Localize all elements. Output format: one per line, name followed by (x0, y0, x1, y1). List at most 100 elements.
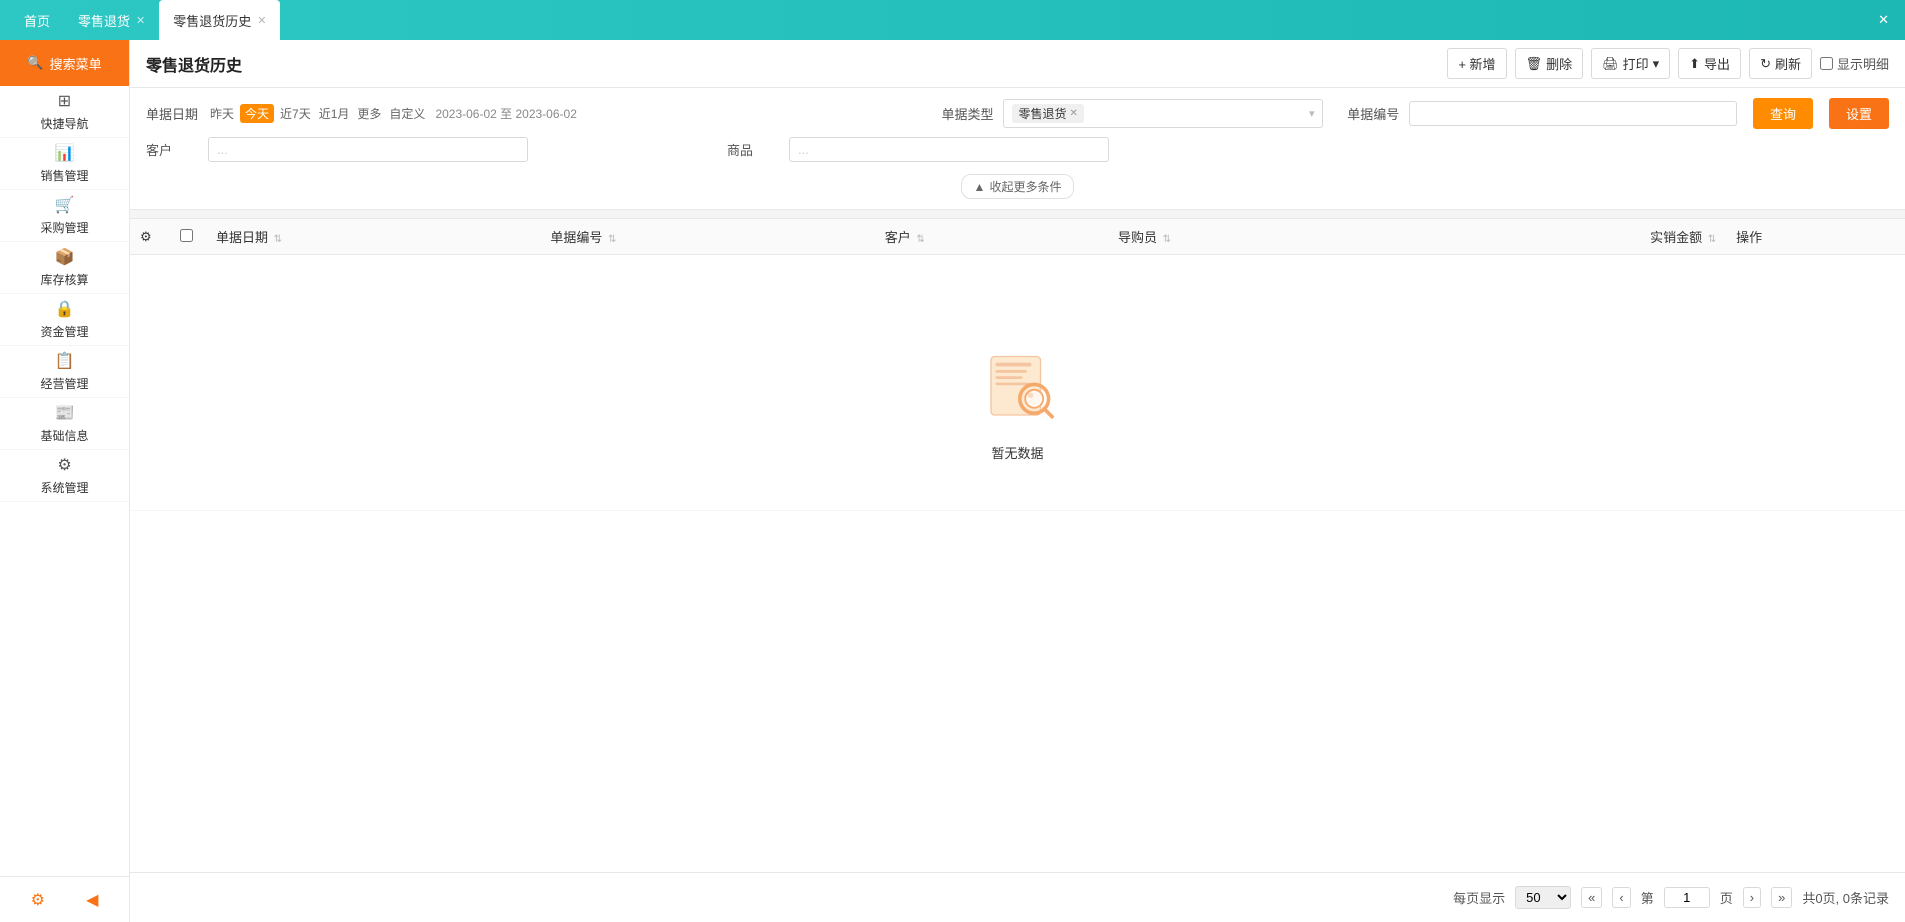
header-actions: + 新增 🗑 删除 🖨 打印 ▾ ⬆ 导出 ↻ 刷新 (1447, 48, 1889, 79)
th-guide-sort-icon[interactable]: ⇅ (1163, 234, 1171, 245)
sidebar-item-inventory[interactable]: 📦 库存核算 (0, 242, 129, 294)
date-custom[interactable]: 自定义 (387, 105, 427, 122)
top-tabs: 首页 零售退货 ✕ 零售退货历史 ✕ (10, 0, 1878, 40)
sidebar-item-system[interactable]: ⚙ 系统管理 (0, 450, 129, 502)
th-voucher-sort-icon[interactable]: ⇅ (608, 234, 616, 245)
th-amount-sort-icon[interactable]: ⇅ (1708, 234, 1716, 245)
export-button[interactable]: ⬆ 导出 (1678, 48, 1741, 79)
print-button[interactable]: 🖨 打印 ▾ (1591, 48, 1670, 79)
customer-placeholder: ... (217, 142, 228, 157)
sidebar-item-operations-label: 经营管理 (40, 375, 88, 392)
query-button[interactable]: 查询 (1753, 98, 1813, 129)
export-button-label: 导出 (1704, 54, 1730, 73)
system-icon: ⚙ (57, 455, 71, 475)
sidebar-search[interactable]: 🔍 搜索菜单 (0, 40, 129, 86)
collapse-button[interactable]: ▲ 收起更多条件 (961, 174, 1075, 199)
filter-customer: 客户 ... (146, 137, 711, 162)
filter-customer-select[interactable]: ... (208, 137, 528, 162)
refresh-icon: ↻ (1760, 56, 1771, 72)
tab-retail-return-label: 零售退货 (78, 11, 130, 30)
select-all-checkbox[interactable] (180, 229, 193, 242)
setting-button[interactable]: 设置 (1829, 98, 1889, 129)
th-voucher-no-label: 单据编号 (550, 230, 602, 245)
prev-page-button[interactable]: ‹ (1612, 887, 1630, 908)
sidebar-item-system-label: 系统管理 (40, 479, 88, 496)
filter-goods: 商品 ... (727, 137, 1292, 162)
next-page-button[interactable]: › (1743, 887, 1761, 908)
export-icon: ⬆ (1689, 56, 1700, 72)
first-page-button[interactable]: « (1581, 887, 1602, 908)
sidebar-search-label: 搜索菜单 (50, 54, 102, 73)
th-date-sort-icon[interactable]: ⇅ (274, 234, 282, 245)
collapse-sidebar-icon[interactable]: ◀ (86, 890, 98, 910)
sidebar-item-quick-nav[interactable]: ⊞ 快捷导航 (0, 86, 129, 138)
basic-info-icon: 📰 (55, 403, 75, 423)
search-icon: 🔍 (27, 55, 43, 71)
tab-retail-return-close[interactable]: ✕ (136, 14, 145, 27)
filter-type-value: 零售退货 (1018, 105, 1066, 122)
new-button[interactable]: + 新增 (1447, 48, 1506, 79)
filter-type-label: 单据类型 (941, 104, 997, 123)
date-7days[interactable]: 近7天 (278, 105, 313, 122)
th-date-label: 单据日期 (216, 230, 268, 245)
filter-goods-label: 商品 (727, 140, 783, 159)
th-voucher-no: 单据编号 ⇅ (540, 219, 874, 255)
table-header-row: ⚙ 单据日期 ⇅ 单据编号 ⇅ (130, 219, 1905, 255)
sidebar-item-sales-mgmt[interactable]: 📊 销售管理 (0, 138, 129, 190)
sidebar-item-operations[interactable]: 📋 经营管理 (0, 346, 129, 398)
page-number-input[interactable] (1664, 887, 1710, 908)
sidebar-menu: ⊞ 快捷导航 📊 销售管理 🛒 采购管理 📦 库存核算 🔒 资金管理 📋 (0, 86, 129, 876)
tab-retail-return[interactable]: 零售退货 ✕ (64, 0, 159, 40)
tab-retail-return-history-close[interactable]: ✕ (257, 14, 266, 27)
top-bar-close[interactable]: ✕ (1878, 12, 1905, 28)
filter-row-1: 单据日期 昨天 今天 近7天 近1月 更多 自定义 2023-06-02 至 2… (146, 98, 1889, 129)
main-content: 零售退货历史 + 新增 🗑 删除 🖨 打印 ▾ ⬆ 导出 (130, 40, 1905, 922)
filter-voucher-input[interactable] (1409, 101, 1737, 126)
table-settings-icon[interactable]: ⚙ (140, 229, 152, 244)
sidebar-bottom: ⚙ ◀ (0, 876, 129, 922)
sidebar-item-purchase-mgmt[interactable]: 🛒 采购管理 (0, 190, 129, 242)
show-detail-checkbox[interactable] (1820, 57, 1833, 70)
date-1month[interactable]: 近1月 (317, 105, 352, 122)
no-data-illustration (973, 343, 1063, 433)
table-area: ⚙ 单据日期 ⇅ 单据编号 ⇅ (130, 218, 1905, 872)
sidebar-item-sales-label: 销售管理 (40, 167, 88, 184)
new-button-label: + 新增 (1458, 54, 1495, 73)
print-icon: 🖨 (1602, 56, 1619, 72)
filter-goods-select[interactable]: ... (789, 137, 1109, 162)
sidebar-item-basic-info[interactable]: 📰 基础信息 (0, 398, 129, 450)
delete-icon: 🗑 (1526, 56, 1543, 72)
filter-type-tag-close[interactable]: ✕ (1070, 108, 1078, 119)
sidebar-item-basic-info-label: 基础信息 (40, 427, 88, 444)
filter-area: 单据日期 昨天 今天 近7天 近1月 更多 自定义 2023-06-02 至 2… (130, 88, 1905, 210)
filter-type-select[interactable]: 零售退货 ✕ ▾ (1003, 99, 1323, 128)
th-guide: 导购员 ⇅ (1108, 219, 1392, 255)
refresh-button[interactable]: ↻ 刷新 (1749, 48, 1812, 79)
filter-row-2: 客户 ... 商品 ... (146, 137, 1889, 162)
top-bar: 首页 零售退货 ✕ 零售退货历史 ✕ ✕ (0, 0, 1905, 40)
filter-customer-label: 客户 (146, 140, 202, 159)
last-page-button[interactable]: » (1771, 887, 1792, 908)
last-page-icon: » (1778, 890, 1785, 905)
settings-icon[interactable]: ⚙ (31, 890, 45, 910)
th-action-label: 操作 (1736, 230, 1762, 245)
first-page-icon: « (1588, 890, 1595, 905)
page-size-select[interactable]: 10 20 50 100 (1515, 886, 1571, 909)
th-date: 单据日期 ⇅ (206, 219, 540, 255)
filter-type: 单据类型 零售退货 ✕ ▾ (941, 99, 1331, 128)
print-dropdown-icon: ▾ (1653, 56, 1660, 72)
type-select-arrow-icon: ▾ (1309, 107, 1315, 120)
sidebar-item-quick-nav-label: 快捷导航 (40, 115, 88, 132)
th-customer-sort-icon[interactable]: ⇅ (916, 234, 924, 245)
date-today[interactable]: 今天 (240, 104, 274, 123)
date-range-text: 2023-06-02 至 2023-06-02 (435, 105, 576, 122)
date-yesterday[interactable]: 昨天 (208, 105, 236, 122)
page-title: 零售退货历史 (146, 52, 242, 76)
tab-retail-return-history[interactable]: 零售退货历史 ✕ (159, 0, 280, 40)
sidebar-item-finance[interactable]: 🔒 资金管理 (0, 294, 129, 346)
sidebar: 🔍 搜索菜单 ⊞ 快捷导航 📊 销售管理 🛒 采购管理 📦 库存核算 🔒 (0, 40, 130, 922)
delete-button[interactable]: 🗑 删除 (1515, 48, 1584, 79)
date-more[interactable]: 更多 (355, 105, 383, 122)
th-amount: 实销金额 ⇅ (1392, 219, 1726, 255)
tab-home[interactable]: 首页 (10, 0, 64, 40)
